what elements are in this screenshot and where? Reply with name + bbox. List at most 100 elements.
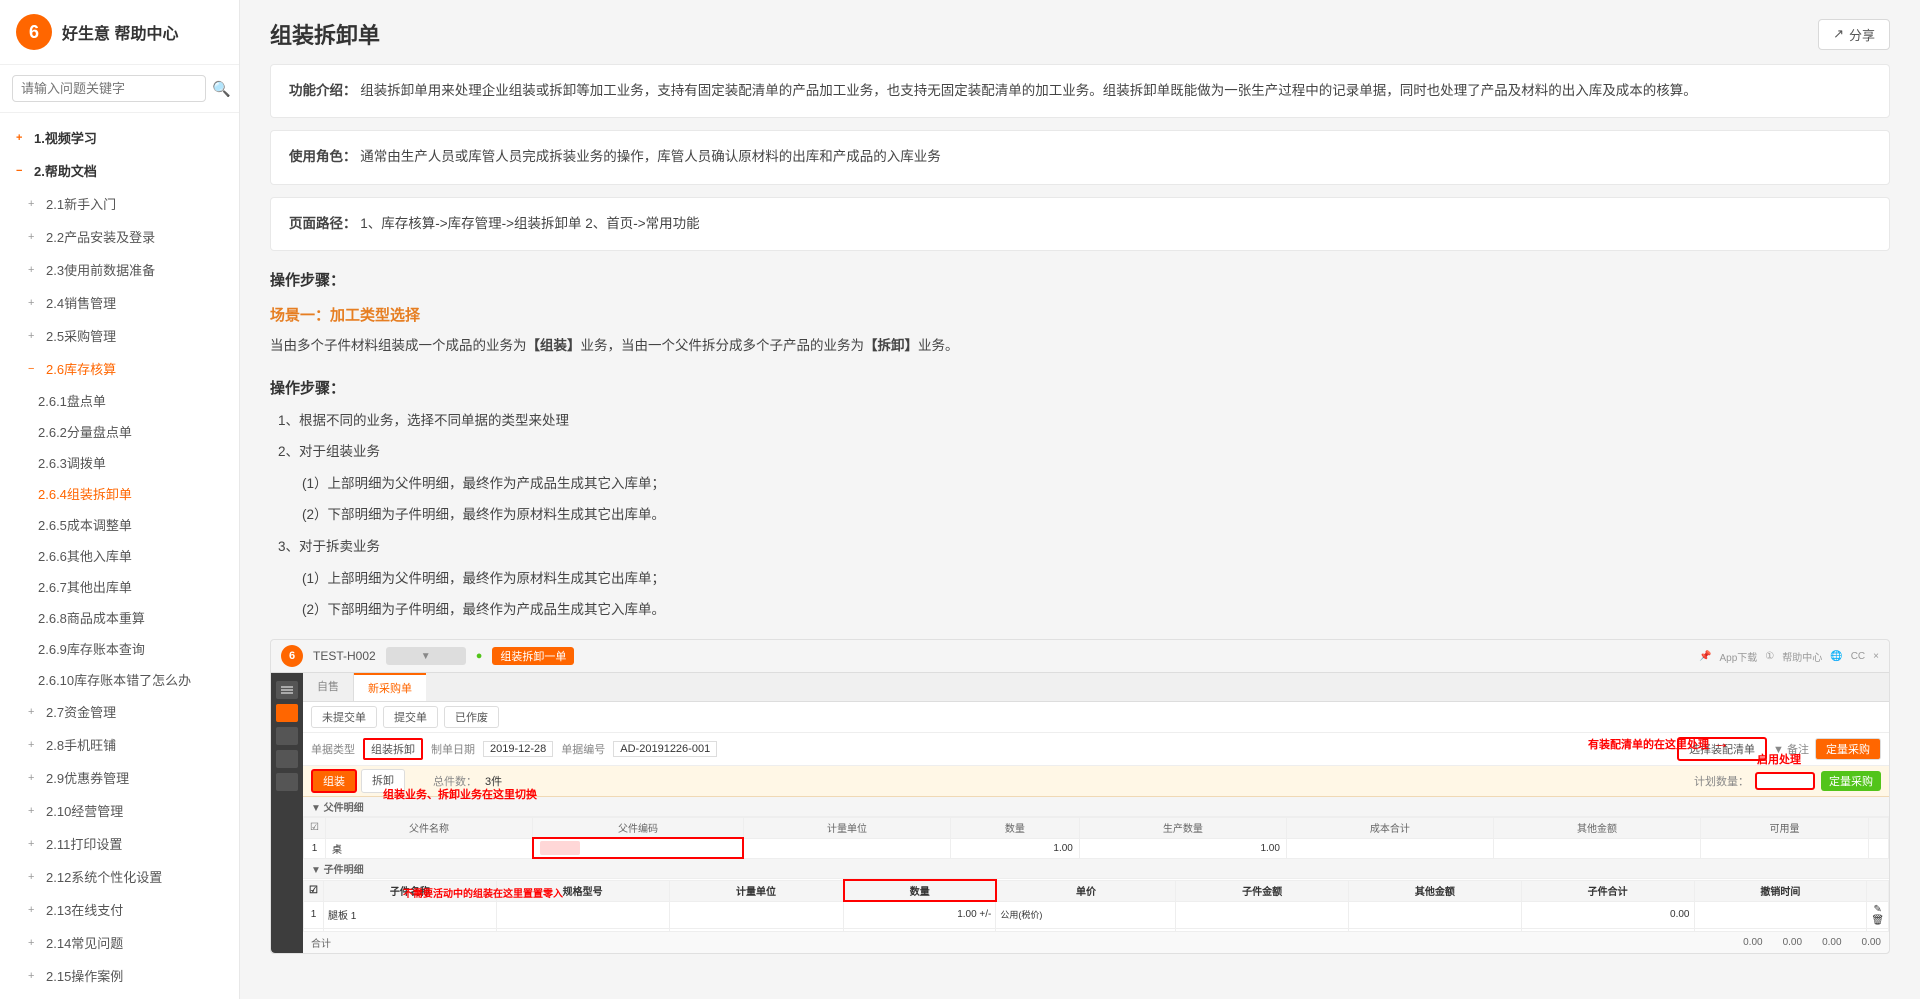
parent-table: ☑ 父件名称 父件编码 计量单位 数量 生产数量 成本合计 其他金额 可用量 [303,817,1889,859]
step-2-1: (1）上部明细为父件明细，最终作为产成品生成其它入库单； [278,471,1890,497]
intro-label: 功能介绍： [289,83,357,98]
sidebar-item-2-6-3[interactable]: 2.6.3调拨单 [0,447,239,478]
btn-voided[interactable]: 已作废 [444,706,499,728]
sidebar-item-2-15[interactable]: + 2.15操作案例 [0,959,239,992]
path-text: 1、库存核算->库存管理->组装拆卸单 2、首页->常用功能 [360,216,699,231]
step-1: 1、根据不同的业务，选择不同单据的类型来处理 [278,408,1890,434]
sidebar-item-2-6-8[interactable]: 2.6.8商品成本重算 [0,602,239,633]
sidebar-item-2-6[interactable]: − 2.6库存核算 [0,352,239,385]
expand-icon: + [28,198,40,210]
app-nav-icon-2[interactable] [276,704,298,722]
app-nav-icon-3[interactable] [276,727,298,745]
intro-text: 组装拆卸单用来处理企业组装或拆卸等加工业务，支持有固定装配清单的产品加工业务，也… [360,83,1697,98]
sidebar-item-2-1[interactable]: + 2.1新手入门 [0,187,239,220]
sidebar-item-2-5[interactable]: + 2.5采购管理 [0,319,239,352]
expand-icon: + [28,937,40,949]
sidebar-item-2-12[interactable]: + 2.12系统个性化设置 [0,860,239,893]
sidebar: 6 好生意 帮助中心 🔍 + 1.视频学习 − 2.帮助文档 + 2.1新手入门… [0,0,240,999]
search-button[interactable]: 🔍 [212,80,231,98]
app-logo-small: 6 [281,645,303,667]
sidebar-item-2-6-4[interactable]: 2.6.4组装拆卸单 [0,478,239,509]
expand-icon: − [28,363,40,375]
role-label: 使用角色： [289,149,357,164]
expand-icon: + [28,871,40,883]
share-button[interactable]: ↗ 分享 [1818,19,1890,50]
btn-submitted[interactable]: 提交单 [383,706,438,728]
sidebar-header: 6 好生意 帮助中心 [0,0,239,65]
sidebar-item-label: 1.视频学习 [34,128,97,147]
path-label: 页面路径： [289,216,357,231]
sidebar-item-2-7[interactable]: + 2.7资金管理 [0,695,239,728]
role-text: 通常由生产人员或库管人员完成拆装业务的操作，库管人员确认原材料的出库和产成品的入… [360,149,941,164]
sidebar-item-label: 2.11打印设置 [46,834,122,853]
sidebar-item-2-3[interactable]: + 2.3使用前数据准备 [0,253,239,286]
child-section-header: ▼ 子件明细 不需要活动中的组装在这里置置零入 [303,859,1889,879]
expand-icon: + [28,904,40,916]
parent-section-header: ▼ 父件明细 [303,797,1889,817]
content-header: 组装拆卸单 ↗ 分享 [240,0,1920,64]
annotation-assembly-list: 有装配清单的在这里处理 [1588,736,1709,752]
main-content: 组装拆卸单 ↗ 分享 功能介绍： 组装拆卸单用来处理企业组装或拆卸等加工业务，支… [240,0,1920,999]
sidebar-item-label: 2.7资金管理 [46,702,116,721]
sidebar-item-2-2[interactable]: + 2.2产品安装及登录 [0,220,239,253]
sidebar-item-label: 2.9优惠券管理 [46,768,129,787]
nav-tree: + 1.视频学习 − 2.帮助文档 + 2.1新手入门 + 2.2产品安装及登录… [0,113,239,999]
sidebar-item-label: 2.2产品安装及登录 [46,227,155,246]
app-name: 好生意 帮助中心 [62,20,178,44]
sidebar-item-2-11[interactable]: + 2.11打印设置 [0,827,239,860]
screenshot-container: 6 TEST-H002 ▼ ● 组装拆卸一单 📌App下载①帮助中心🌐CC × [270,639,1890,954]
sidebar-item-2-14[interactable]: + 2.14常见问题 [0,926,239,959]
btn-enable[interactable]: 定量采购 [1821,771,1881,791]
app-tab-2[interactable]: 新采购单 [354,673,426,701]
expand-icon: + [28,970,40,982]
screenshot-new-order-btn[interactable]: 组装拆卸一单 [492,647,574,665]
operation-subtitle: 操作步骤： [270,377,1890,398]
btn-unsubmitted[interactable]: 未提交单 [311,706,377,728]
sidebar-item-2-10[interactable]: + 2.10经营管理 [0,794,239,827]
sidebar-item-label: 2.14常见问题 [46,933,123,952]
sidebar-item-2-4[interactable]: + 2.4销售管理 [0,286,239,319]
sidebar-item-2-6-6[interactable]: 2.6.6其他入库单 [0,540,239,571]
sidebar-item-2-13[interactable]: + 2.13在线支付 [0,893,239,926]
sidebar-item-2-6-10[interactable]: 2.6.10库存账本错了怎么办 [0,664,239,695]
sidebar-item-2-6-1[interactable]: 2.6.1盘点单 [0,385,239,416]
annotation-zero-fill: 不需要活动中的组装在这里置置零入 [403,885,563,900]
content-body: 功能介绍： 组装拆卸单用来处理企业组装或拆卸等加工业务，支持有固定装配清单的产品… [240,64,1920,984]
field-order-no: AD-20191226-001 [613,741,717,757]
field-doc-type[interactable]: 组装拆卸 [363,738,423,760]
step-2: 2、对于组装业务 [278,439,1890,465]
sidebar-item-label: 2.10经营管理 [46,801,123,820]
app-nav-icon-5[interactable] [276,773,298,791]
sidebar-item-label: 2.1新手入门 [46,194,116,213]
scenario-title: 场景一：加工类型选择 [270,304,1890,325]
annotation-switch: 组装业务、拆卸业务在这里切换 [383,786,537,802]
steps-list: 1、根据不同的业务，选择不同单据的类型来处理 2、对于组装业务 (1）上部明细为… [278,408,1890,623]
path-box: 页面路径： 1、库存核算->库存管理->组装拆卸单 2、首页->常用功能 [270,197,1890,251]
intro-box: 功能介绍： 组装拆卸单用来处理企业组装或拆卸等加工业务，支持有固定装配清单的产品… [270,64,1890,118]
screenshot-title: TEST-H002 [313,649,376,663]
logo-icon: 6 [16,14,52,50]
expand-icon: + [28,231,40,243]
sidebar-item-label: 2.8手机旺铺 [46,735,116,754]
expand-icon: + [28,739,40,751]
sidebar-item-label: 2.13在线支付 [46,900,123,919]
btn-save[interactable]: 定量采购 [1815,738,1881,760]
sidebar-item-2-6-5[interactable]: 2.6.5成本调整单 [0,509,239,540]
app-nav-icon-1[interactable] [276,681,298,699]
sidebar-item-help-docs[interactable]: − 2.帮助文档 [0,154,239,187]
sidebar-item-2-8[interactable]: + 2.8手机旺铺 [0,728,239,761]
field-planned-qty[interactable] [1755,772,1815,790]
app-tab-1[interactable]: 自售 [303,673,354,701]
sidebar-item-2-6-2[interactable]: 2.6.2分量盘点单 [0,416,239,447]
role-box: 使用角色： 通常由生产人员或库管人员完成拆装业务的操作，库管人员确认原材料的出库… [270,130,1890,184]
app-nav-icon-4[interactable] [276,750,298,768]
sidebar-item-label: 2.3使用前数据准备 [46,260,155,279]
search-input[interactable] [12,75,206,102]
sidebar-item-2-9[interactable]: + 2.9优惠券管理 [0,761,239,794]
scenario-desc: 当由多个子件材料组装成一个成品的业务为【组装】业务，当由一个父件拆分成多个子产品… [270,333,1890,359]
operation-title: 操作步骤： [270,269,1890,290]
sidebar-item-2-6-7[interactable]: 2.6.7其他出库单 [0,571,239,602]
tab-assembly[interactable]: 组装 [311,769,357,793]
sidebar-item-video-learning[interactable]: + 1.视频学习 [0,121,239,154]
sidebar-item-2-6-9[interactable]: 2.6.9库存账本查询 [0,633,239,664]
